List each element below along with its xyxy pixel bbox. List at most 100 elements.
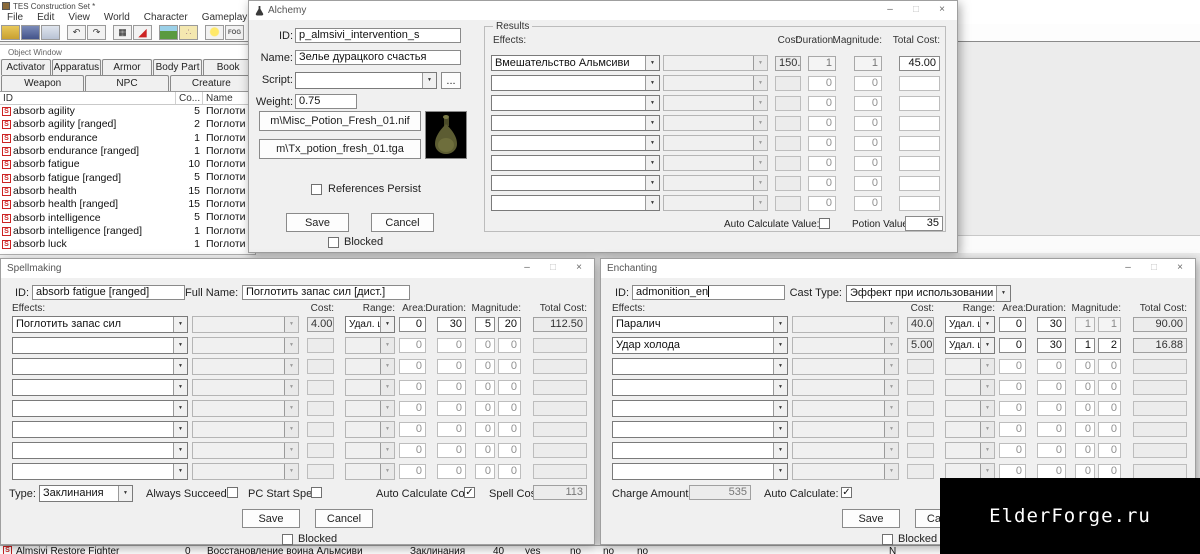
area-field[interactable]: 0: [999, 464, 1026, 479]
chevron-down-icon[interactable]: ▼: [980, 338, 994, 353]
table-row[interactable]: Sabsorb agility 5 Поглоти: [0, 105, 255, 119]
area-field[interactable]: 0: [399, 317, 426, 332]
magnitude-min-field[interactable]: 0: [475, 401, 495, 416]
duration-field[interactable]: 0: [808, 135, 836, 151]
chevron-down-icon[interactable]: ▼: [380, 338, 394, 353]
object-window-tab[interactable]: Activator: [1, 59, 51, 75]
close-icon[interactable]: ×: [929, 2, 955, 18]
range-select[interactable]: ▼: [345, 379, 395, 396]
object-window-tab[interactable]: Armor: [102, 59, 152, 75]
magnitude-min-field[interactable]: 0: [475, 359, 495, 374]
type-select[interactable]: Заклинания ▼: [39, 485, 133, 502]
magnitude-min-field[interactable]: 0: [475, 443, 495, 458]
range-select[interactable]: ▼: [345, 358, 395, 375]
blocked-checkbox[interactable]: [282, 534, 293, 545]
object-window-tab[interactable]: Body Part: [152, 59, 203, 75]
area-field[interactable]: 0: [399, 464, 426, 479]
chevron-down-icon[interactable]: ▼: [173, 401, 187, 416]
chevron-down-icon[interactable]: ▼: [773, 359, 787, 374]
landscape-edit-icon[interactable]: [159, 25, 178, 40]
object-window-tab[interactable]: Weapon: [1, 75, 85, 91]
menu-item[interactable]: Character: [137, 12, 195, 24]
chevron-down-icon[interactable]: ▼: [980, 401, 994, 416]
chevron-down-icon[interactable]: ▼: [645, 56, 659, 70]
range-select[interactable]: ▼: [345, 463, 395, 480]
magnitude-max-field[interactable]: 2: [1098, 338, 1121, 353]
chevron-down-icon[interactable]: ▼: [773, 338, 787, 353]
magnitude-max-field[interactable]: 0: [498, 359, 521, 374]
area-field[interactable]: 0: [999, 338, 1026, 353]
cancel-button[interactable]: Cancel: [371, 213, 434, 232]
magnitude-min-field[interactable]: 0: [1075, 359, 1095, 374]
area-field[interactable]: 0: [399, 359, 426, 374]
chevron-down-icon[interactable]: ▼: [118, 486, 132, 501]
chevron-down-icon[interactable]: ▼: [996, 286, 1010, 301]
duration-field[interactable]: 0: [1037, 359, 1066, 374]
duration-field[interactable]: 1: [808, 55, 836, 71]
range-select[interactable]: ▼: [345, 442, 395, 459]
redo-icon[interactable]: ↷: [87, 25, 106, 40]
effect-select[interactable]: ▼: [612, 358, 788, 375]
duration-field[interactable]: 0: [808, 115, 836, 131]
minimize-icon[interactable]: –: [877, 2, 903, 18]
range-select[interactable]: Удал. цел▼: [945, 316, 995, 333]
chevron-down-icon[interactable]: ▼: [980, 464, 994, 479]
column-id[interactable]: ID: [0, 92, 176, 104]
effect-select[interactable]: ▼: [491, 195, 660, 211]
snap-angle-icon[interactable]: ◢: [133, 25, 152, 40]
magnitude-min-field[interactable]: 1: [1075, 338, 1095, 353]
magnitude-max-field[interactable]: 0: [498, 380, 521, 395]
magnitude-max-field[interactable]: 0: [498, 338, 521, 353]
effect-select[interactable]: Поглотить запас сил ▼: [12, 316, 188, 333]
magnitude-field[interactable]: 1: [854, 55, 882, 71]
effect-select[interactable]: ▼: [12, 379, 188, 396]
object-window-tab[interactable]: Creature: [169, 75, 253, 91]
duration-field[interactable]: 30: [1037, 317, 1066, 332]
area-field[interactable]: 0: [399, 422, 426, 437]
magnitude-field[interactable]: 0: [854, 95, 882, 111]
chevron-down-icon[interactable]: ▼: [645, 176, 659, 190]
object-window-tab[interactable]: Apparatus: [51, 59, 102, 75]
potion-value-input[interactable]: 35: [905, 216, 943, 231]
magnitude-max-field[interactable]: 20: [498, 317, 521, 332]
save-button[interactable]: Save: [842, 509, 900, 528]
effect-select[interactable]: ▼: [12, 421, 188, 438]
effect-select[interactable]: ▼: [612, 379, 788, 396]
texture-file-button[interactable]: m\Tx_potion_fresh_01.tga: [259, 139, 421, 159]
magnitude-min-field[interactable]: 0: [475, 464, 495, 479]
table-row[interactable]: Sabsorb fatigue [ranged] 5 Поглоти: [0, 171, 255, 185]
effect-select[interactable]: ▼: [12, 400, 188, 417]
close-icon[interactable]: ×: [566, 260, 592, 276]
effect-select[interactable]: ▼: [12, 358, 188, 375]
effect-select[interactable]: ▼: [12, 463, 188, 480]
magnitude-max-field[interactable]: 0: [1098, 380, 1121, 395]
magnitude-min-field[interactable]: 0: [475, 422, 495, 437]
open-file-icon[interactable]: [1, 25, 20, 40]
table-row[interactable]: Sabsorb intelligence 5 Поглоти: [0, 211, 255, 225]
effect-select[interactable]: ▼: [491, 155, 660, 171]
duration-field[interactable]: 0: [1037, 464, 1066, 479]
duration-field[interactable]: 0: [808, 75, 836, 91]
weight-input[interactable]: 0.75: [295, 94, 357, 109]
magnitude-field[interactable]: 0: [854, 155, 882, 171]
duration-field[interactable]: 0: [437, 464, 466, 479]
area-field[interactable]: 0: [399, 380, 426, 395]
chevron-down-icon[interactable]: ▼: [645, 156, 659, 170]
auto-calculate-value-checkbox[interactable]: [819, 218, 830, 229]
column-count[interactable]: Co...: [176, 92, 203, 104]
area-field[interactable]: 0: [999, 422, 1026, 437]
range-select[interactable]: ▼: [945, 442, 995, 459]
magnitude-min-field[interactable]: 0: [1075, 401, 1095, 416]
duration-field[interactable]: 0: [1037, 422, 1066, 437]
spellmaking-titlebar[interactable]: Spellmaking: [1, 259, 594, 278]
undo-icon[interactable]: ↶: [67, 25, 86, 40]
chevron-down-icon[interactable]: ▼: [645, 116, 659, 130]
chevron-down-icon[interactable]: ▼: [773, 464, 787, 479]
table-row[interactable]: Sabsorb agility [ranged] 2 Поглоти: [0, 118, 255, 132]
full-name-input[interactable]: Поглотить запас сил [дист.]: [242, 285, 410, 300]
chevron-down-icon[interactable]: ▼: [380, 401, 394, 416]
magnitude-min-field[interactable]: 0: [1075, 443, 1095, 458]
magnitude-min-field[interactable]: 0: [475, 338, 495, 353]
chevron-down-icon[interactable]: ▼: [380, 317, 394, 332]
duration-field[interactable]: 0: [808, 175, 836, 191]
